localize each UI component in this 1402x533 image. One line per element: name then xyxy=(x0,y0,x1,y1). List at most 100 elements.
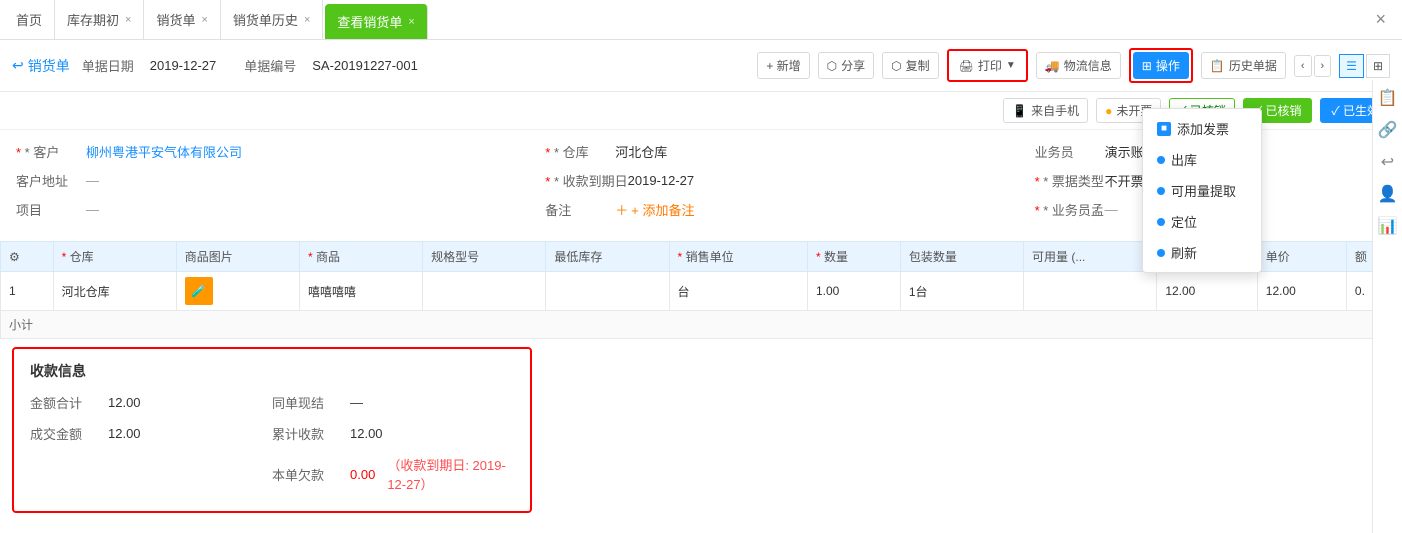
col-pkg-qty: 包装数量 xyxy=(900,242,1023,272)
date-label: 单据日期 xyxy=(82,56,134,75)
col-unit-price: 单价 xyxy=(1257,242,1346,272)
tab-sales-order[interactable]: 销货单 × xyxy=(144,0,220,39)
row-warehouse: 河北仓库 xyxy=(53,272,176,311)
refresh-item[interactable]: 刷新 xyxy=(1143,237,1261,268)
window-close-button[interactable]: × xyxy=(1367,9,1394,30)
payment-date-group: * 收款到期日 2019-12-27 xyxy=(505,171,994,190)
ticket-type-value: 不开票 xyxy=(1105,171,1144,190)
operate-button[interactable]: ⊞ 操作 xyxy=(1133,52,1189,79)
subtotal-row: 小计 xyxy=(1,311,1402,339)
col-spec: 规格型号 xyxy=(423,242,546,272)
doc-title-area: ↩ 销货单 单据日期 2019-12-27 单据编号 SA-20191227-0… xyxy=(12,56,757,76)
history-icon: 📋 xyxy=(1210,59,1225,73)
sidebar-icon-1[interactable]: 📋 xyxy=(1378,88,1398,108)
view-list-button[interactable]: ☰ xyxy=(1339,54,1364,78)
doc-icon: ↩ 销货单 xyxy=(12,56,70,76)
logistics-icon: 🚚 xyxy=(1045,59,1060,73)
outbound-item[interactable]: 出库 xyxy=(1143,144,1261,175)
settlement-value: — xyxy=(350,395,363,410)
view-toggle: ☰ ⊞ xyxy=(1339,54,1390,78)
tab-close-history[interactable]: × xyxy=(304,14,310,26)
row-quantity: 1.00 xyxy=(807,272,900,311)
col-quantity: 数量 xyxy=(807,242,900,272)
payment-date-value: 2019-12-27 xyxy=(628,173,695,188)
warehouse-label: * 仓库 xyxy=(545,142,615,161)
tab-inventory-init[interactable]: 库存期初 × xyxy=(55,0,144,39)
note-label: 备注 xyxy=(545,200,615,219)
settlement-label: 同单现结 xyxy=(272,393,342,412)
main-content: ↩ 销货单 单据日期 2019-12-27 单据编号 SA-20191227-0… xyxy=(0,40,1402,533)
sidebar-icon-5[interactable]: 📊 xyxy=(1378,216,1398,236)
tab-view-sales[interactable]: 查看销货单 × xyxy=(325,4,427,39)
col-avail-qty: 可用量 (... xyxy=(1024,242,1157,272)
employee-label: 业务员 xyxy=(1035,142,1105,161)
history-button[interactable]: 📋 历史单据 xyxy=(1201,52,1286,79)
mobile-icon: 📱 xyxy=(1012,104,1027,118)
add-invoice-icon: ■ xyxy=(1157,122,1171,136)
due-value: 0.00 xyxy=(350,467,375,482)
tab-close-inventory[interactable]: × xyxy=(125,14,131,26)
refresh-dot xyxy=(1157,249,1165,257)
sales-order-icon: ↩ xyxy=(12,57,24,74)
locate-item[interactable]: 定位 xyxy=(1143,206,1261,237)
total-amount-row: 金额合计 12.00 xyxy=(30,393,272,412)
operate-dropdown: ■ 添加发票 出库 可用量提取 定位 刷新 xyxy=(1142,108,1262,273)
print-button[interactable]: 🖨 打印 ▼ xyxy=(951,53,1024,78)
from-mobile-button[interactable]: 📱 来自手机 xyxy=(1003,98,1088,123)
row-min-stock xyxy=(546,272,669,311)
project-label: 项目 xyxy=(16,200,86,219)
cumulative-label: 累计收款 xyxy=(272,424,342,443)
add-invoice-item[interactable]: ■ 添加发票 xyxy=(1143,113,1261,144)
available-qty-dot xyxy=(1157,187,1165,195)
available-qty-item[interactable]: 可用量提取 xyxy=(1143,175,1261,206)
locate-dot xyxy=(1157,218,1165,226)
product-img-icon: 🧪 xyxy=(191,284,206,298)
share-button[interactable]: ⬡ 分享 xyxy=(818,52,875,79)
address-group: 客户地址 — xyxy=(16,171,505,190)
new-button[interactable]: + 新增 xyxy=(757,52,809,79)
col-product: 商品 xyxy=(299,242,422,272)
nav-arrows: ‹ › xyxy=(1294,55,1331,77)
col-sales-unit: 销售单位 xyxy=(669,242,807,272)
right-sidebar: 📋 🔗 ↩ 👤 📊 ⤢ xyxy=(1372,80,1402,533)
view-grid-button[interactable]: ⊞ xyxy=(1366,54,1390,78)
add-note-button[interactable]: ＋ + 添加备注 xyxy=(615,200,694,219)
settlement-row: 同单现结 — xyxy=(272,393,514,412)
copy-icon: ⬡ xyxy=(891,59,901,73)
copy-button[interactable]: ⬡ 复制 xyxy=(882,52,939,79)
col-settings[interactable]: ⚙ xyxy=(1,242,54,272)
cumulative-row: 累计收款 12.00 xyxy=(272,424,514,443)
row-pkg-qty: 1台 xyxy=(900,272,1023,311)
tab-close-sales[interactable]: × xyxy=(201,14,207,26)
transaction-label: 成交金额 xyxy=(30,424,100,443)
doc-actions: + 新增 ⬡ 分享 ⬡ 复制 🖨 打印 ▼ 🚚 xyxy=(757,48,1390,83)
project-value: — xyxy=(86,202,99,217)
ticket-type-label: * 票据类型 xyxy=(1035,171,1105,190)
employee2-value: — xyxy=(1105,202,1118,217)
sidebar-icon-2[interactable]: 🔗 xyxy=(1378,120,1398,140)
nav-next-button[interactable]: › xyxy=(1314,55,1332,77)
tab-home[interactable]: 首页 xyxy=(8,0,55,39)
tab-close-view[interactable]: × xyxy=(408,16,414,28)
payment-date-label: * 收款到期日 xyxy=(545,171,627,190)
col-product-img: 商品图片 xyxy=(176,242,299,272)
row-unit-price: 12.00 xyxy=(1257,272,1346,311)
nav-prev-button[interactable]: ‹ xyxy=(1294,55,1312,77)
transaction-value: 12.00 xyxy=(108,426,141,441)
warehouse-value: 河北仓库 xyxy=(615,142,667,161)
doc-meta: 单据日期 2019-12-27 单据编号 SA-20191227-001 xyxy=(82,56,418,75)
row-avail-qty xyxy=(1024,272,1157,311)
sidebar-icon-3[interactable]: ↩ xyxy=(1381,152,1394,172)
address-label: 客户地址 xyxy=(16,171,86,190)
share-icon: ⬡ xyxy=(827,59,837,73)
number-value: SA-20191227-001 xyxy=(312,58,418,73)
tab-bar: 首页 库存期初 × 销货单 × 销货单历史 × 查看销货单 × × xyxy=(0,0,1402,40)
row-product: 嘻嘻嘻嘻 xyxy=(299,272,422,311)
logistics-button[interactable]: 🚚 物流信息 xyxy=(1036,52,1121,79)
plus-icon: ＋ xyxy=(615,200,628,219)
sidebar-icon-4[interactable]: 👤 xyxy=(1378,184,1398,204)
customer-value[interactable]: 柳州粤港平安气体有限公司 xyxy=(86,142,242,161)
tab-sales-history[interactable]: 销货单历史 × xyxy=(221,0,323,39)
payment-section: 收款信息 金额合计 12.00 同单现结 — 成交金额 12.00 累计收款 1… xyxy=(12,347,532,513)
table-row: 1 河北仓库 🧪 嘻嘻嘻嘻 台 1.00 1台 xyxy=(1,272,1402,311)
